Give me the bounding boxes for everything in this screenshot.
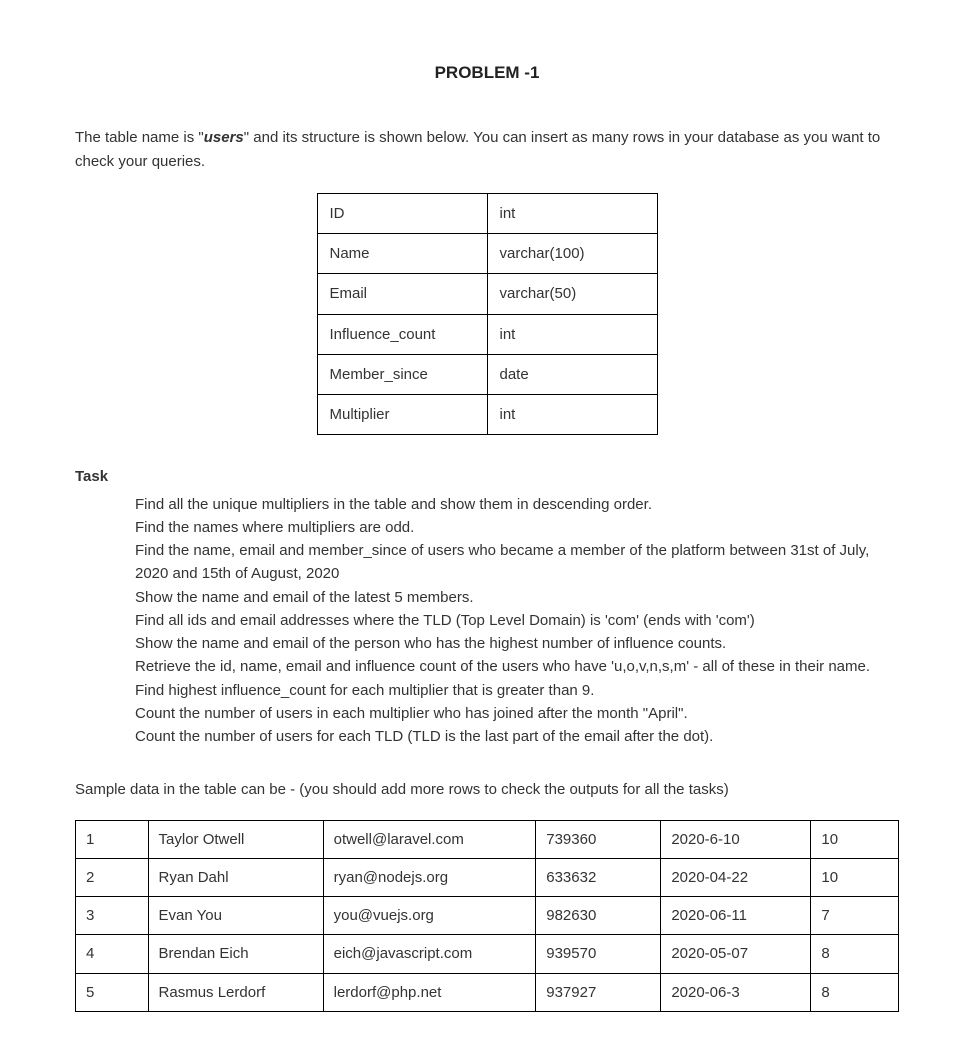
cell-influence: 939570	[536, 935, 661, 973]
schema-row: Multiplierint	[317, 395, 657, 435]
schema-row: Influence_countint	[317, 314, 657, 354]
cell-name: Brendan Eich	[148, 935, 323, 973]
task-item: Count the number of users for each TLD (…	[135, 725, 899, 748]
sample-data-table: 1Taylor Otwellotwell@laravel.com73936020…	[75, 820, 899, 1012]
cell-id: 4	[76, 935, 149, 973]
cell-multiplier: 10	[811, 820, 899, 858]
cell-influence: 633632	[536, 858, 661, 896]
cell-influence: 982630	[536, 897, 661, 935]
table-row: 3Evan Youyou@vuejs.org9826302020-06-117	[76, 897, 899, 935]
intro-before: The table name is "	[75, 129, 204, 146]
schema-type: int	[487, 314, 657, 354]
schema-row: Namevarchar(100)	[317, 234, 657, 274]
schema-row: Emailvarchar(50)	[317, 274, 657, 314]
page-title: PROBLEM -1	[75, 60, 899, 86]
table-row: 5Rasmus Lerdorflerdorf@php.net9379272020…	[76, 973, 899, 1011]
task-label: Task	[75, 465, 899, 488]
cell-id: 5	[76, 973, 149, 1011]
cell-multiplier: 10	[811, 858, 899, 896]
cell-multiplier: 7	[811, 897, 899, 935]
schema-type: int	[487, 395, 657, 435]
cell-multiplier: 8	[811, 935, 899, 973]
cell-multiplier: 8	[811, 973, 899, 1011]
cell-since: 2020-6-10	[661, 820, 811, 858]
schema-field: Multiplier	[317, 395, 487, 435]
tasks-list: Find all the unique multipliers in the t…	[135, 493, 899, 749]
schema-type: date	[487, 354, 657, 394]
cell-since: 2020-04-22	[661, 858, 811, 896]
task-item: Find the names where multipliers are odd…	[135, 516, 899, 539]
cell-name: Evan You	[148, 897, 323, 935]
task-item: Count the number of users in each multip…	[135, 702, 899, 725]
cell-since: 2020-06-11	[661, 897, 811, 935]
task-item: Find highest influence_count for each mu…	[135, 679, 899, 702]
schema-row: Member_sincedate	[317, 354, 657, 394]
cell-email: eich@javascript.com	[323, 935, 536, 973]
intro-paragraph: The table name is "users" and its struct…	[75, 126, 899, 173]
schema-field: Name	[317, 234, 487, 274]
table-row: 2Ryan Dahlryan@nodejs.org6336322020-04-2…	[76, 858, 899, 896]
schema-field: Member_since	[317, 354, 487, 394]
sample-note: Sample data in the table can be - (you s…	[75, 778, 899, 801]
table-row: 4Brendan Eicheich@javascript.com93957020…	[76, 935, 899, 973]
table-name: users	[204, 129, 244, 146]
schema-type: varchar(50)	[487, 274, 657, 314]
cell-email: otwell@laravel.com	[323, 820, 536, 858]
schema-row: IDint	[317, 193, 657, 233]
cell-since: 2020-05-07	[661, 935, 811, 973]
task-item: Show the name and email of the latest 5 …	[135, 586, 899, 609]
cell-name: Taylor Otwell	[148, 820, 323, 858]
task-item: Find all ids and email addresses where t…	[135, 609, 899, 632]
cell-influence: 739360	[536, 820, 661, 858]
schema-type: int	[487, 193, 657, 233]
schema-field: Email	[317, 274, 487, 314]
table-row: 1Taylor Otwellotwell@laravel.com73936020…	[76, 820, 899, 858]
cell-id: 3	[76, 897, 149, 935]
schema-table: IDintNamevarchar(100)Emailvarchar(50)Inf…	[317, 193, 658, 436]
schema-field: ID	[317, 193, 487, 233]
cell-email: you@vuejs.org	[323, 897, 536, 935]
cell-name: Rasmus Lerdorf	[148, 973, 323, 1011]
cell-email: ryan@nodejs.org	[323, 858, 536, 896]
cell-influence: 937927	[536, 973, 661, 1011]
task-item: Show the name and email of the person wh…	[135, 632, 899, 655]
cell-id: 1	[76, 820, 149, 858]
cell-since: 2020-06-3	[661, 973, 811, 1011]
task-item: Retrieve the id, name, email and influen…	[135, 655, 899, 678]
task-item: Find all the unique multipliers in the t…	[135, 493, 899, 516]
cell-email: lerdorf@php.net	[323, 973, 536, 1011]
schema-field: Influence_count	[317, 314, 487, 354]
cell-name: Ryan Dahl	[148, 858, 323, 896]
schema-type: varchar(100)	[487, 234, 657, 274]
task-item: Find the name, email and member_since of…	[135, 539, 899, 586]
cell-id: 2	[76, 858, 149, 896]
